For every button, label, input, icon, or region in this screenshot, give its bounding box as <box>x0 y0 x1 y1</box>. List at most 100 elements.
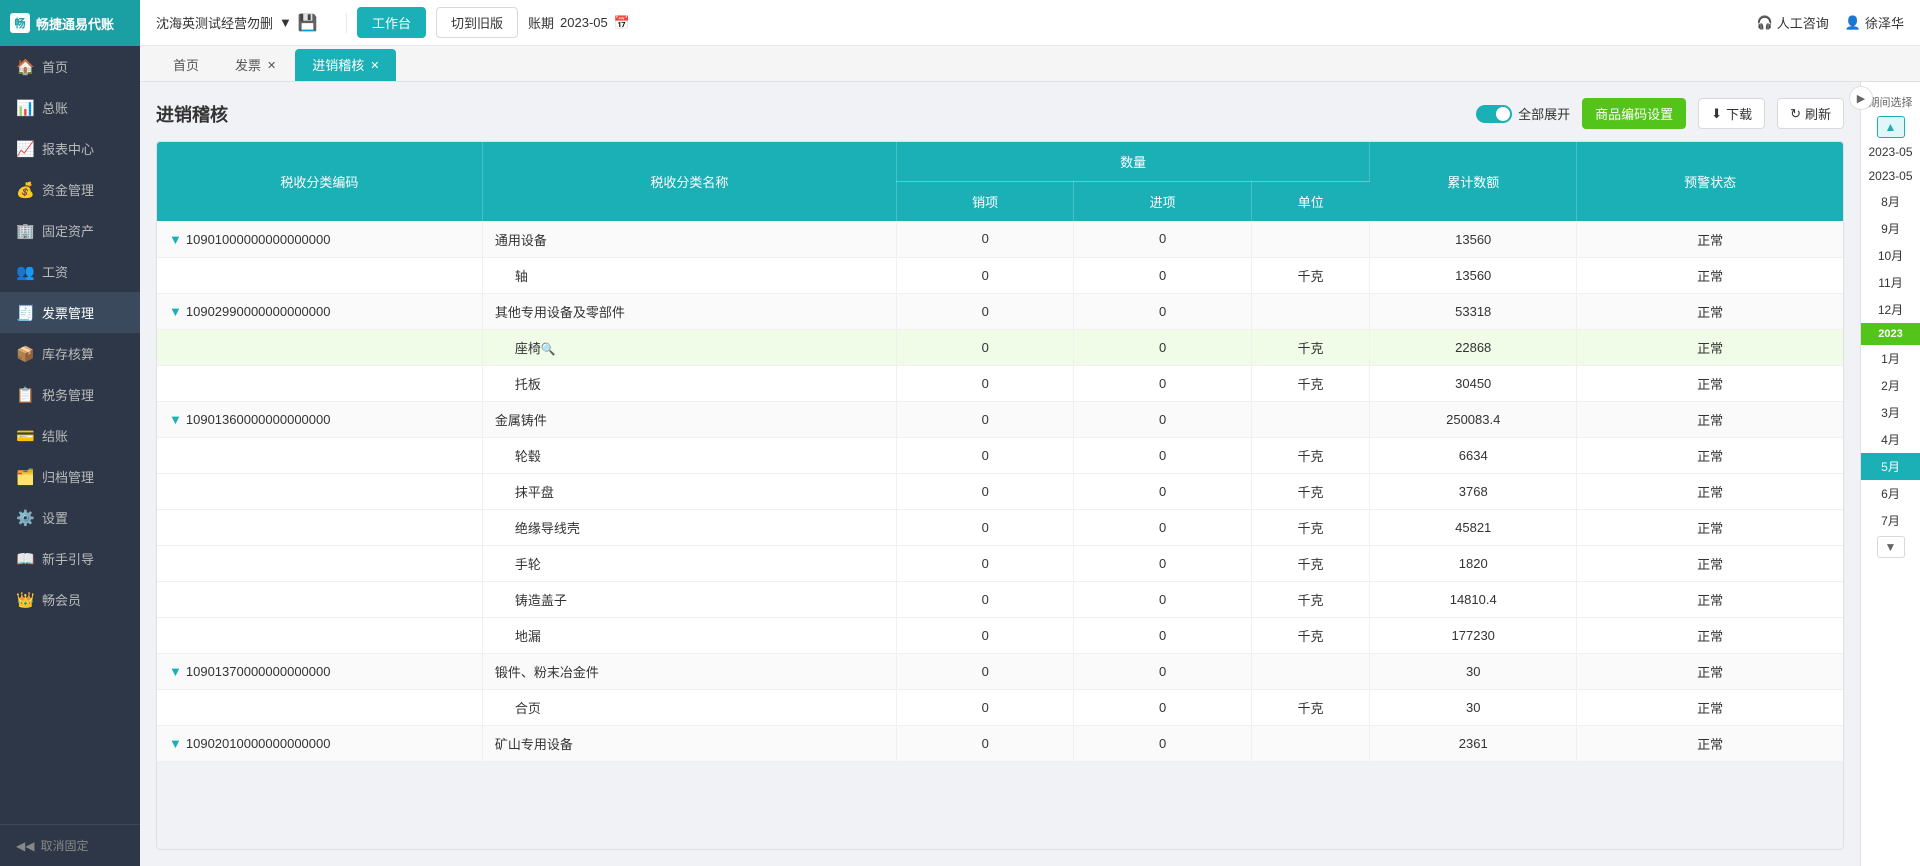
expand-toggle[interactable]: 全部展开 <box>1476 104 1570 123</box>
sidebar-item-assets[interactable]: 🏢 固定资产 <box>0 210 140 251</box>
period-item-2[interactable]: 2月 <box>1861 372 1920 399</box>
tax-name-cell: 抹平盘 <box>482 473 896 509</box>
sale-cell: 0 <box>896 365 1073 401</box>
tax-name-cell: 锻件、粉末冶金件 <box>482 653 896 689</box>
tax-name-cell: 轮毂 <box>482 437 896 473</box>
workbench-button[interactable]: 工作台 <box>357 7 426 38</box>
refresh-button[interactable]: ↻ 刷新 <box>1777 98 1844 129</box>
product-code-setting-button[interactable]: 商品编码设置 <box>1582 98 1686 129</box>
period-item-3[interactable]: 3月 <box>1861 399 1920 426</box>
table-row: 地漏 0 0 千克 177230 正常 <box>157 617 1843 653</box>
period-item-11[interactable]: 11月 <box>1861 269 1920 296</box>
status-cell: 正常 <box>1577 329 1843 365</box>
tax-code-cell <box>157 257 482 293</box>
user-menu[interactable]: 👤 徐泽华 <box>1845 13 1904 32</box>
sidebar-item-inventory[interactable]: 📦 库存核算 <box>0 333 140 374</box>
tab-invoice[interactable]: 发票 ✕ <box>218 49 293 81</box>
close-icon[interactable]: ✕ <box>267 50 276 82</box>
sidebar-item-membership[interactable]: 👑 畅会员 <box>0 579 140 620</box>
membership-icon: 👑 <box>16 591 34 609</box>
tax-icon: 📋 <box>16 386 34 404</box>
sidebar: 畅 畅捷通易代账 🏠 首页 📊 总账 📈 报表中心 💰 资金管理 🏢 固定资产 … <box>0 0 140 866</box>
period-item-1[interactable]: 1月 <box>1861 345 1920 372</box>
status-cell: 正常 <box>1577 221 1843 257</box>
col-status: 预警状态 <box>1577 142 1843 221</box>
reconciliation-table: 税收分类编码 税收分类名称 数量 累计数额 预警状态 销项 进项 单位 <box>157 142 1843 762</box>
period-nav-up[interactable]: ▲ <box>1877 116 1905 138</box>
sidebar-item-label: 资金管理 <box>42 180 94 199</box>
expand-icon[interactable]: ▼ <box>169 664 182 679</box>
sidebar-item-settings[interactable]: ⚙️ 设置 <box>0 497 140 538</box>
period-item-8[interactable]: 8月 <box>1861 188 1920 215</box>
purchase-cell: 0 <box>1074 365 1251 401</box>
cumulative-cell: 1820 <box>1370 545 1577 581</box>
expand-icon[interactable]: ▼ <box>169 304 182 319</box>
sale-cell: 0 <box>896 473 1073 509</box>
sidebar-item-checkout[interactable]: 💳 结账 <box>0 415 140 456</box>
sidebar-item-payroll[interactable]: 👥 工资 <box>0 251 140 292</box>
period-item-6[interactable]: 6月 <box>1861 480 1920 507</box>
status-cell: 正常 <box>1577 725 1843 761</box>
company-selector[interactable]: 沈海英测试经营勿删 ▼ 💾 <box>156 13 336 33</box>
table-row: 抹平盘 0 0 千克 3768 正常 <box>157 473 1843 509</box>
status-cell: 正常 <box>1577 437 1843 473</box>
tab-home[interactable]: 首页 <box>156 49 216 81</box>
period-item-5[interactable]: 5月 <box>1861 453 1920 480</box>
archive-icon: 🗂️ <box>16 468 34 486</box>
expand-icon[interactable]: ▼ <box>169 736 182 751</box>
sidebar-item-label: 发票管理 <box>42 303 94 322</box>
period-item-7[interactable]: 7月 <box>1861 507 1920 534</box>
search-icon[interactable]: 🔍 <box>541 342 556 356</box>
period-item-4[interactable]: 4月 <box>1861 426 1920 453</box>
sidebar-footer-unpin[interactable]: ◀◀ 取消固定 <box>0 824 140 866</box>
purchase-cell: 0 <box>1074 329 1251 365</box>
period-nav-down[interactable]: ▼ <box>1877 536 1905 558</box>
unit-cell <box>1251 221 1369 257</box>
sidebar-item-archive[interactable]: 🗂️ 归档管理 <box>0 456 140 497</box>
period-selector-header: 期间选择 <box>1869 90 1913 114</box>
col-quantity-group: 数量 <box>896 142 1369 182</box>
purchase-cell: 0 <box>1074 653 1251 689</box>
tax-name-cell: 通用设备 <box>482 221 896 257</box>
toggle-track[interactable] <box>1476 105 1512 123</box>
tax-name-cell: 矿山专用设备 <box>482 725 896 761</box>
period-item[interactable]: 2023-05 <box>1861 164 1920 188</box>
settings-icon: ⚙️ <box>16 509 34 527</box>
status-cell: 正常 <box>1577 653 1843 689</box>
expand-icon[interactable]: ▼ <box>169 232 182 247</box>
sale-cell: 0 <box>896 221 1073 257</box>
support-button[interactable]: 🎧 人工咨询 <box>1757 13 1829 32</box>
period-item-12[interactable]: 12月 <box>1861 296 1920 323</box>
sidebar-item-reports[interactable]: 📈 报表中心 <box>0 128 140 169</box>
sidebar-item-home[interactable]: 🏠 首页 <box>0 46 140 87</box>
sidebar-item-tax[interactable]: 📋 税务管理 <box>0 374 140 415</box>
period-item[interactable]: 2023-05 <box>1861 140 1920 164</box>
tab-reconciliation[interactable]: 进销稽核 ✕ <box>295 49 396 81</box>
tax-code-cell: ▼10901000000000000000 <box>157 221 482 257</box>
sidebar-item-ledger[interactable]: 📊 总账 <box>0 87 140 128</box>
guide-icon: 📖 <box>16 550 34 568</box>
download-button[interactable]: ⬇ 下载 <box>1698 98 1765 129</box>
panel-toggle-button[interactable]: ▶ <box>1849 86 1873 110</box>
unit-cell: 千克 <box>1251 545 1369 581</box>
cumulative-cell: 30450 <box>1370 365 1577 401</box>
period-item-9[interactable]: 9月 <box>1861 215 1920 242</box>
status-cell: 正常 <box>1577 509 1843 545</box>
status-cell: 正常 <box>1577 689 1843 725</box>
tax-code-cell: ▼10901360000000000000 <box>157 401 482 437</box>
switch-version-button[interactable]: 切到旧版 <box>436 7 518 38</box>
status-cell: 正常 <box>1577 545 1843 581</box>
sale-cell: 0 <box>896 725 1073 761</box>
status-cell: 正常 <box>1577 293 1843 329</box>
sidebar-item-guide[interactable]: 📖 新手引导 <box>0 538 140 579</box>
calendar-icon[interactable]: 📅 <box>614 15 630 31</box>
tax-name-cell: 手轮 <box>482 545 896 581</box>
close-icon[interactable]: ✕ <box>370 50 379 82</box>
support-label: 人工咨询 <box>1777 13 1829 32</box>
expand-icon[interactable]: ▼ <box>169 412 182 427</box>
period-item-10[interactable]: 10月 <box>1861 242 1920 269</box>
tabs-bar: 首页 发票 ✕ 进销稽核 ✕ <box>140 46 1920 82</box>
sidebar-item-funds[interactable]: 💰 资金管理 <box>0 169 140 210</box>
sidebar-item-invoice[interactable]: 🧾 发票管理 <box>0 292 140 333</box>
purchase-cell: 0 <box>1074 293 1251 329</box>
